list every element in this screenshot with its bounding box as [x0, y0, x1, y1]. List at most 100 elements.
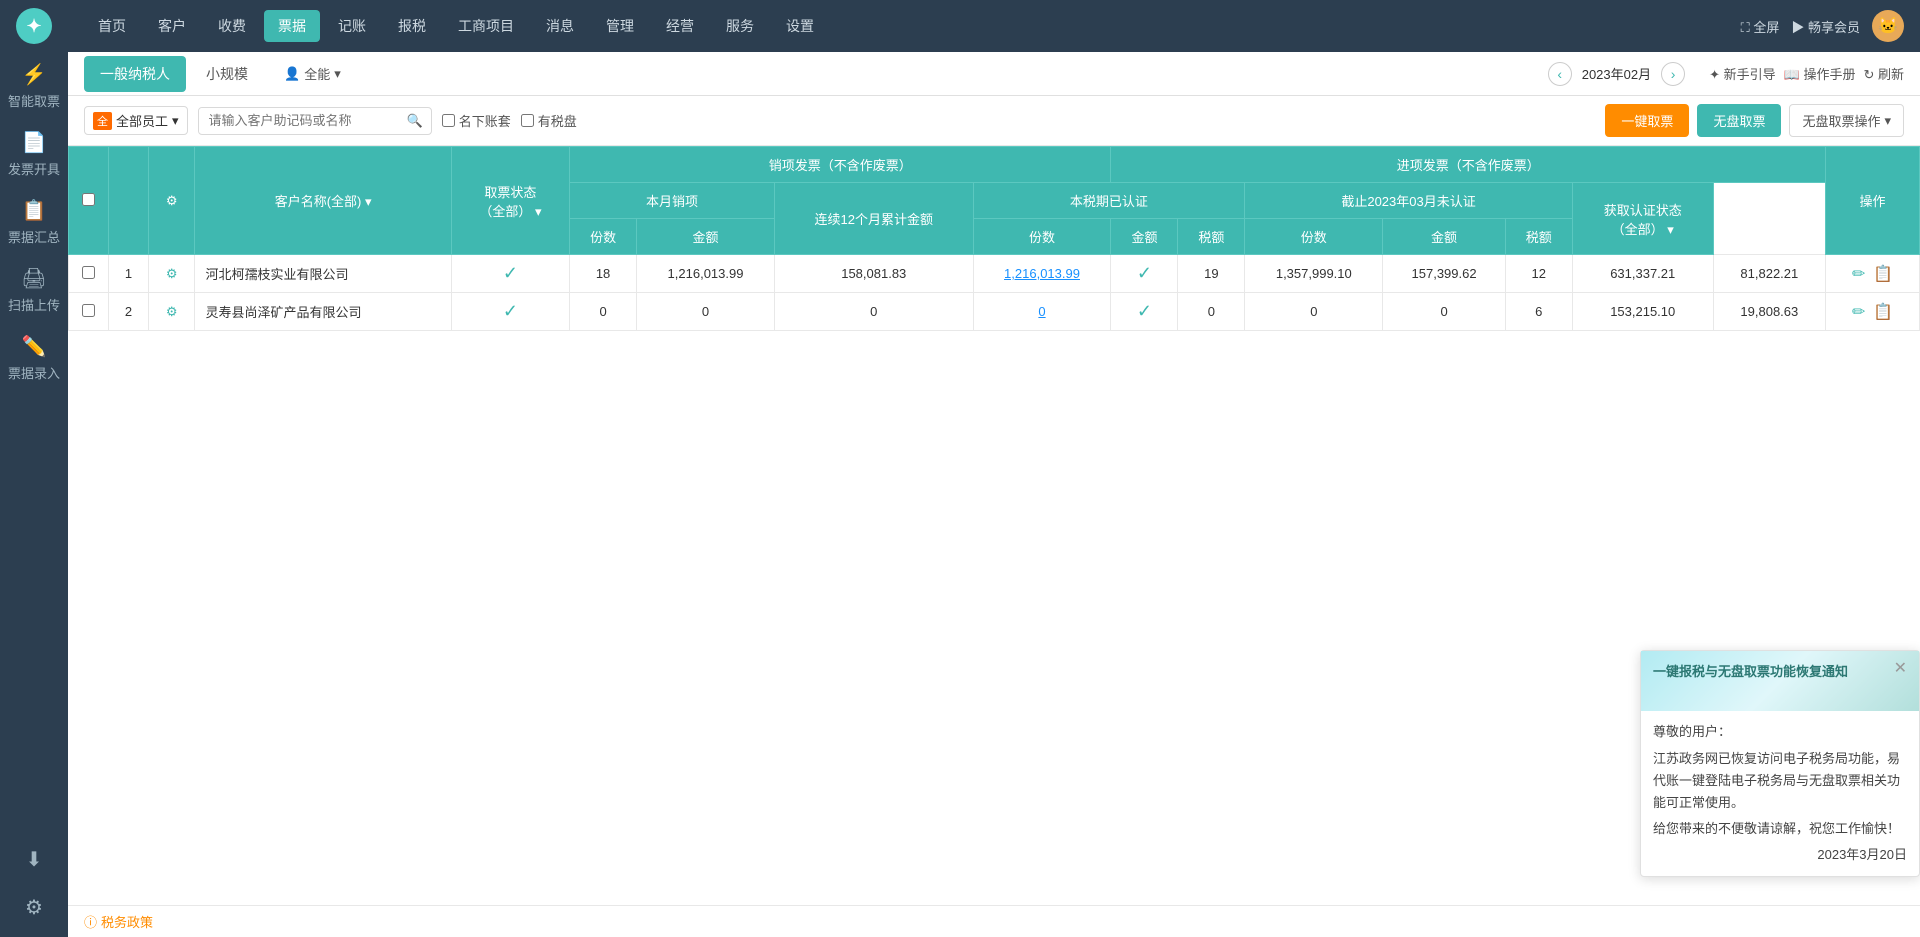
status-text[interactable]: 税务政策 — [101, 912, 153, 931]
col-monthly-sales-header: 本月销项 — [570, 183, 775, 219]
row-edit-icon-1[interactable]: ✏ — [1852, 304, 1865, 321]
prev-month-button[interactable]: ‹ — [1548, 62, 1572, 86]
row-num-1: 2 — [109, 293, 149, 331]
row-detail-icon-0[interactable]: 📋 — [1873, 266, 1893, 283]
manual-link[interactable]: 📖 操作手册 — [1784, 64, 1856, 83]
row-settings-0[interactable]: ⚙ — [149, 255, 195, 293]
col-cert-status-header: 获取认证状态（全部） ▾ — [1572, 183, 1713, 255]
tab-small[interactable]: 小规模 — [190, 56, 264, 92]
row-checkbox-1[interactable] — [69, 293, 109, 331]
month-navigation: ‹ 2023年02月 › — [1548, 62, 1685, 86]
tab-bar: 一般纳税人 小规模 👤 全能 ▾ ‹ 2023年02月 › ✦ 新手引导 📖 操… — [68, 52, 1920, 96]
sidebar-item-smart-fetch[interactable]: ⚡ 智能取票 — [0, 52, 68, 120]
nav-customer[interactable]: 客户 — [144, 10, 200, 42]
named-account-checkbox-label[interactable]: 名下账套 — [442, 111, 511, 130]
new-guide-link[interactable]: ✦ 新手引导 — [1709, 64, 1776, 83]
notification-scroll: 尊敬的用户： 江苏政务网已恢复访问电子税务局功能，易代账一键登陆电子税务局与无盘… — [1641, 711, 1919, 876]
status-bar: ⓘ 税务政策 — [68, 905, 1920, 937]
has-taxdisk-checkbox[interactable] — [521, 114, 534, 127]
topnav-right: ⛶ 全屏 ▶ 畅享会员 🐱 — [1741, 10, 1904, 42]
sidebar-download-icon[interactable]: ⬇ — [0, 839, 68, 879]
nav-industry[interactable]: 工商项目 — [444, 10, 528, 42]
col-settings-header: ⚙ — [149, 147, 195, 255]
refresh-link[interactable]: ↻ 刷新 — [1863, 64, 1904, 83]
sidebar-settings-icon[interactable]: ⚙ — [0, 887, 68, 927]
sidebar-item-invoice-summary-label: 票据汇总 — [8, 227, 60, 246]
invoice-summary-icon: 📋 — [22, 198, 47, 223]
nav-invoice[interactable]: 票据 — [264, 10, 320, 42]
tab-general[interactable]: 一般纳税人 — [84, 56, 186, 92]
col-num-header — [109, 147, 149, 255]
row-fetch-status-0: ✓ — [451, 255, 569, 293]
sidebar-item-invoice-open-label: 发票开具 — [8, 159, 60, 178]
notification-greeting: 尊敬的用户： — [1653, 721, 1907, 743]
row-cumulative-1[interactable]: 0 — [973, 293, 1111, 331]
row-fetch-status-1: ✓ — [451, 293, 569, 331]
person-icon: 👤 — [284, 66, 300, 82]
nav-message[interactable]: 消息 — [532, 10, 588, 42]
nav-bookkeeping[interactable]: 记账 — [324, 10, 380, 42]
col-sales-qty-header: 份数 — [570, 219, 637, 255]
named-account-checkbox[interactable] — [442, 114, 455, 127]
current-month-label: 2023年02月 — [1582, 64, 1651, 83]
nav-operation[interactable]: 经营 — [652, 10, 708, 42]
row-edit-icon-0[interactable]: ✏ — [1852, 266, 1865, 283]
nav-billing[interactable]: 收费 — [204, 10, 260, 42]
no-disk-fetch-button[interactable]: 无盘取票 — [1697, 104, 1781, 137]
nav-management[interactable]: 管理 — [592, 10, 648, 42]
fullscreen-button[interactable]: ⛶ 全屏 — [1741, 17, 1780, 36]
search-input[interactable] — [199, 108, 399, 133]
notification-body: 尊敬的用户： 江苏政务网已恢复访问电子税务局功能，易代账一键登陆电子税务局与无盘… — [1641, 711, 1919, 876]
notification-header: 一键报税与无盘取票功能恢复通知 ✕ — [1641, 651, 1919, 711]
table-row: 2 ⚙ 灵寿县尚泽矿产品有限公司 ✓ 0 0 0 0 ✓ 0 0 0 6 153… — [69, 293, 1920, 331]
member-button[interactable]: ▶ 畅享会员 — [1791, 17, 1860, 36]
invoice-table: ⚙ 客户名称(全部) ▾ 取票状态（全部） ▾ 销项发票（不含作废票） 进项发票… — [68, 146, 1920, 331]
row-sales-qty-0: 18 — [570, 255, 637, 293]
sidebar-item-scan-upload[interactable]: 🖨 扫描上传 — [0, 256, 68, 324]
notification-close-button[interactable]: ✕ — [1894, 661, 1907, 677]
sidebar-item-smart-fetch-label: 智能取票 — [8, 91, 60, 110]
sidebar-item-invoice-open[interactable]: 📄 发票开具 — [0, 120, 68, 188]
row-customer-name-1: 灵寿县尚泽矿产品有限公司 — [195, 293, 451, 331]
sidebar-item-scan-upload-label: 扫描上传 — [8, 295, 60, 314]
search-button[interactable]: 🔍 — [399, 108, 431, 134]
row-cert-amount-0: 1,357,999.10 — [1245, 255, 1383, 293]
status-icon: ⓘ — [84, 912, 97, 931]
has-taxdisk-checkbox-label[interactable]: 有税盘 — [521, 111, 577, 130]
col-cert-tax-header: 税额 — [1178, 219, 1245, 255]
nav-service[interactable]: 服务 — [712, 10, 768, 42]
select-all-checkbox[interactable] — [82, 193, 95, 206]
user-avatar[interactable]: 🐱 — [1872, 10, 1904, 42]
row-cert-tax-1: 0 — [1383, 293, 1506, 331]
sidebar-item-data-entry[interactable]: ✏️ 票据录入 — [0, 324, 68, 392]
row-cert-tax-0: 157,399.62 — [1383, 255, 1506, 293]
invoice-open-icon: 📄 — [22, 130, 47, 155]
tab-right-actions: ✦ 新手引导 📖 操作手册 ↻ 刷新 — [1709, 64, 1904, 83]
row-checkbox-0[interactable] — [69, 255, 109, 293]
chevron-down-icon: ▾ — [334, 66, 341, 82]
row-detail-icon-1[interactable]: 📋 — [1873, 304, 1893, 321]
row-cumulative-0[interactable]: 1,216,013.99 — [973, 255, 1111, 293]
col-cert-qty-header: 份数 — [973, 219, 1111, 255]
col-uncert-header: 截止2023年03月未认证 — [1245, 183, 1572, 219]
scan-upload-icon: 🖨 — [21, 266, 46, 291]
ops-dropdown-icon: ▾ — [1884, 113, 1891, 129]
nav-settings[interactable]: 设置 — [772, 10, 828, 42]
nav-tax[interactable]: 报税 — [384, 10, 440, 42]
no-disk-ops-button[interactable]: 无盘取票操作 ▾ — [1789, 104, 1904, 137]
sidebar-item-invoice-summary[interactable]: 📋 票据汇总 — [0, 188, 68, 256]
nav-home[interactable]: 首页 — [84, 10, 140, 42]
row-settings-1[interactable]: ⚙ — [149, 293, 195, 331]
col-customer-name-header: 客户名称(全部) ▾ — [195, 147, 451, 255]
row-uncert-qty-0: 12 — [1505, 255, 1572, 293]
col-action-header: 操作 — [1825, 147, 1919, 255]
one-click-fetch-button[interactable]: 一键取票 — [1605, 104, 1689, 137]
notification-popup: 一键报税与无盘取票功能恢复通知 ✕ 尊敬的用户： 江苏政务网已恢复访问电子税务局… — [1640, 650, 1920, 877]
row-cert-status-0: ✓ — [1111, 255, 1178, 293]
col-current-cert-header: 本税期已认证 — [973, 183, 1245, 219]
tab-all[interactable]: 👤 全能 ▾ — [268, 56, 357, 91]
col-checkbox-header — [69, 147, 109, 255]
next-month-button[interactable]: › — [1661, 62, 1685, 86]
employee-select[interactable]: 全 全部员工 ▾ — [84, 106, 188, 135]
data-entry-icon: ✏️ — [22, 334, 47, 359]
